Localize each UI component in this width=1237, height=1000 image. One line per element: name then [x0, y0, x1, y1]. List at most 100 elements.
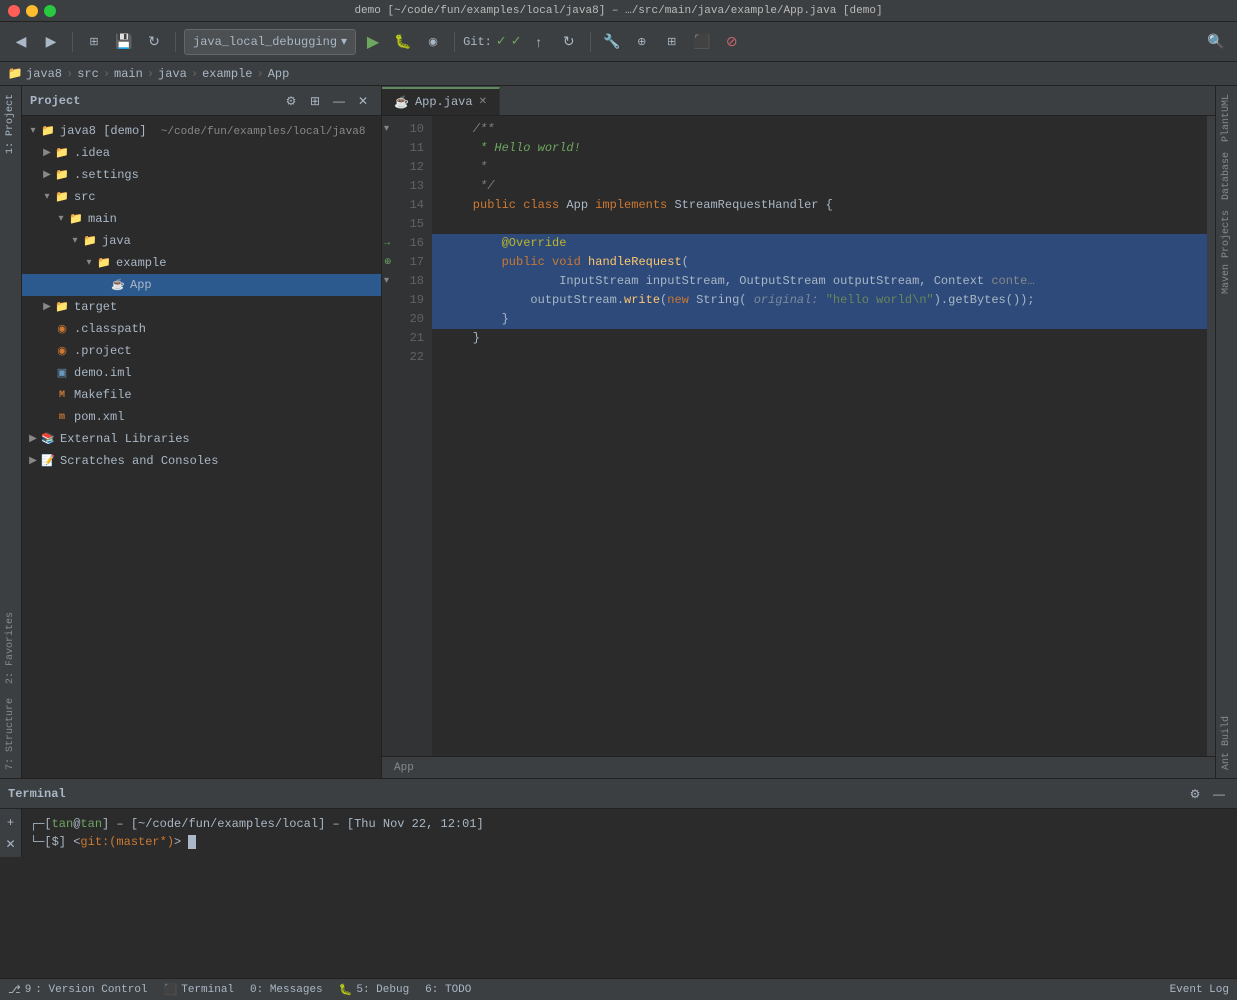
- debug-button[interactable]: 🐛: [390, 29, 416, 55]
- terminal-close-tab-button[interactable]: ✕: [2, 835, 20, 853]
- sidebar-ant[interactable]: Ant Build: [1221, 712, 1232, 774]
- tree-arrow-example: ▾: [82, 256, 96, 270]
- settings-button[interactable]: 🔧: [599, 29, 625, 55]
- share-button[interactable]: ⊕: [629, 29, 655, 55]
- tree-arrow-src: ▾: [40, 190, 54, 204]
- tree-item-project-file[interactable]: ◉ .project: [22, 340, 381, 362]
- fold-icon-18[interactable]: ▾: [384, 272, 389, 291]
- coverage-button[interactable]: ◉: [420, 29, 446, 55]
- sidebar-item-structure[interactable]: 7: Structure: [5, 694, 16, 774]
- project-panel-close-button[interactable]: ✕: [353, 91, 373, 111]
- breadcrumb-java[interactable]: java: [158, 67, 187, 81]
- tree-item-pom-xml[interactable]: m pom.xml: [22, 406, 381, 428]
- run-config-dropdown[interactable]: java_local_debugging ▾: [184, 29, 356, 55]
- breadcrumb-java8[interactable]: java8: [26, 67, 62, 81]
- line-num-22: 22: [382, 348, 432, 367]
- stop-button[interactable]: ⊘: [719, 29, 745, 55]
- status-version-control[interactable]: ⎇ 9 : Version Control: [8, 983, 148, 997]
- run-button[interactable]: ▶: [360, 29, 386, 55]
- line-num-14: 14: [382, 196, 432, 215]
- terminal-line-1: ┌─[tan@tan] – [~/code/fun/examples/local…: [30, 815, 1229, 833]
- terminal-toolbar-button[interactable]: ⬛: [689, 29, 715, 55]
- project-panel-title: Project: [30, 94, 80, 108]
- tree-arrow-idea: ▶: [40, 146, 54, 160]
- status-bar: ⎇ 9 : Version Control ⬛ Terminal 0: Mess…: [0, 978, 1237, 1000]
- tab-close-button[interactable]: ✕: [479, 96, 487, 108]
- vcs-button[interactable]: ⊞: [659, 29, 685, 55]
- sidebar-database[interactable]: Database: [1221, 148, 1232, 204]
- line-num-10: ▾10: [382, 120, 432, 139]
- line-num-11: 11: [382, 139, 432, 158]
- project-panel-collapse-button[interactable]: —: [329, 91, 349, 111]
- git-update-button[interactable]: ↻: [556, 29, 582, 55]
- code-line-11: * Hello world!: [432, 139, 1207, 158]
- close-button[interactable]: [8, 5, 20, 17]
- project-tree: ▾ 📁 java8 [demo] ~/code/fun/examples/loc…: [22, 116, 381, 778]
- tree-item-src[interactable]: ▾ 📁 src: [22, 186, 381, 208]
- project-panel-expand-button[interactable]: ⊞: [305, 91, 325, 111]
- sidebar-item-project[interactable]: 1: Project: [5, 90, 16, 158]
- tab-app-java[interactable]: ☕ App.java ✕: [382, 87, 500, 115]
- status-debug[interactable]: 🐛 5: Debug: [339, 983, 410, 997]
- folder-icon: 📁: [8, 67, 22, 81]
- bottom-panel: Terminal ⚙ — + ✕ ┌─[tan@tan] – [~/code/f…: [0, 778, 1237, 978]
- status-event-log[interactable]: Event Log: [1170, 984, 1229, 996]
- navigate-button[interactable]: ⊞: [81, 29, 107, 55]
- status-messages[interactable]: 0: Messages: [250, 984, 323, 996]
- status-todo[interactable]: 6: TODO: [425, 984, 471, 996]
- fullscreen-button[interactable]: [44, 5, 56, 17]
- folder-icon: 📁: [40, 123, 56, 139]
- breadcrumb-app[interactable]: App: [268, 67, 290, 81]
- terminal-content[interactable]: ┌─[tan@tan] – [~/code/fun/examples/local…: [22, 809, 1237, 857]
- code-line-10: /**: [432, 120, 1207, 139]
- status-terminal[interactable]: ⬛ Terminal: [164, 983, 235, 997]
- back-button[interactable]: ◀: [8, 29, 34, 55]
- tree-item-external-libraries[interactable]: ▶ 📚 External Libraries: [22, 428, 381, 450]
- tree-item-java[interactable]: ▾ 📁 java: [22, 230, 381, 252]
- breadcrumb-src[interactable]: src: [77, 67, 99, 81]
- sidebar-maven[interactable]: Maven Projects: [1221, 206, 1232, 298]
- editor-status-bar: App: [382, 756, 1215, 778]
- toolbar-divider-4: [590, 32, 591, 52]
- tree-item-main[interactable]: ▾ 📁 main: [22, 208, 381, 230]
- tree-item-java8[interactable]: ▾ 📁 java8 [demo] ~/code/fun/examples/loc…: [22, 120, 381, 142]
- tree-item-example[interactable]: ▾ 📁 example: [22, 252, 381, 274]
- main-toolbar: ◀ ▶ ⊞ 💾 ↻ java_local_debugging ▾ ▶ 🐛 ◉ G…: [0, 22, 1237, 62]
- code-line-17: public void handleRequest(: [432, 253, 1207, 272]
- tree-item-idea[interactable]: ▶ 📁 .idea: [22, 142, 381, 164]
- sidebar-item-favorites[interactable]: 2: Favorites: [5, 608, 16, 688]
- breadcrumb-main[interactable]: main: [114, 67, 143, 81]
- title-bar: demo [~/code/fun/examples/local/java8] –…: [0, 0, 1237, 22]
- folder-icon: 📁: [54, 167, 70, 183]
- git-check-icon: ✓: [496, 34, 507, 49]
- iml-icon: ▣: [54, 365, 70, 381]
- scratch-icon: 📝: [40, 453, 56, 469]
- code-content[interactable]: /** * Hello world! * */ public cl: [432, 116, 1207, 756]
- terminal-close-button[interactable]: —: [1209, 784, 1229, 804]
- tree-item-classpath[interactable]: ◉ .classpath: [22, 318, 381, 340]
- tree-item-target[interactable]: ▶ 📁 target: [22, 296, 381, 318]
- project-panel-settings-button[interactable]: ⚙: [281, 91, 301, 111]
- git-push-button[interactable]: ↑: [526, 29, 552, 55]
- terminal-settings-button[interactable]: ⚙: [1185, 784, 1205, 804]
- tree-item-demo-iml[interactable]: ▣ demo.iml: [22, 362, 381, 384]
- tree-item-makefile[interactable]: M Makefile: [22, 384, 381, 406]
- line-num-17: ⊕17: [382, 253, 432, 272]
- sidebar-plantuml[interactable]: PlantUML: [1221, 90, 1232, 146]
- folder-icon: 📁: [68, 211, 84, 227]
- save-button[interactable]: 💾: [111, 29, 137, 55]
- tree-item-scratches[interactable]: ▶ 📝 Scratches and Consoles: [22, 450, 381, 472]
- fold-icon[interactable]: ▾: [384, 120, 389, 139]
- terminal-add-button[interactable]: +: [2, 813, 20, 831]
- breadcrumb-example[interactable]: example: [202, 67, 252, 81]
- editor-scrollbar[interactable]: [1207, 116, 1215, 756]
- tree-item-app[interactable]: ☕ App: [22, 274, 381, 296]
- tree-item-settings-folder[interactable]: ▶ 📁 .settings: [22, 164, 381, 186]
- forward-button[interactable]: ▶: [38, 29, 64, 55]
- window-title: demo [~/code/fun/examples/local/java8] –…: [354, 5, 882, 17]
- editor-area: ☕ App.java ✕ ▾10 11 12 13 14 15 16 → ⊕17: [382, 86, 1215, 778]
- sync-button[interactable]: ↻: [141, 29, 167, 55]
- minimize-button[interactable]: [26, 5, 38, 17]
- line-num-21: 21: [382, 329, 432, 348]
- search-everywhere-button[interactable]: 🔍: [1203, 29, 1229, 55]
